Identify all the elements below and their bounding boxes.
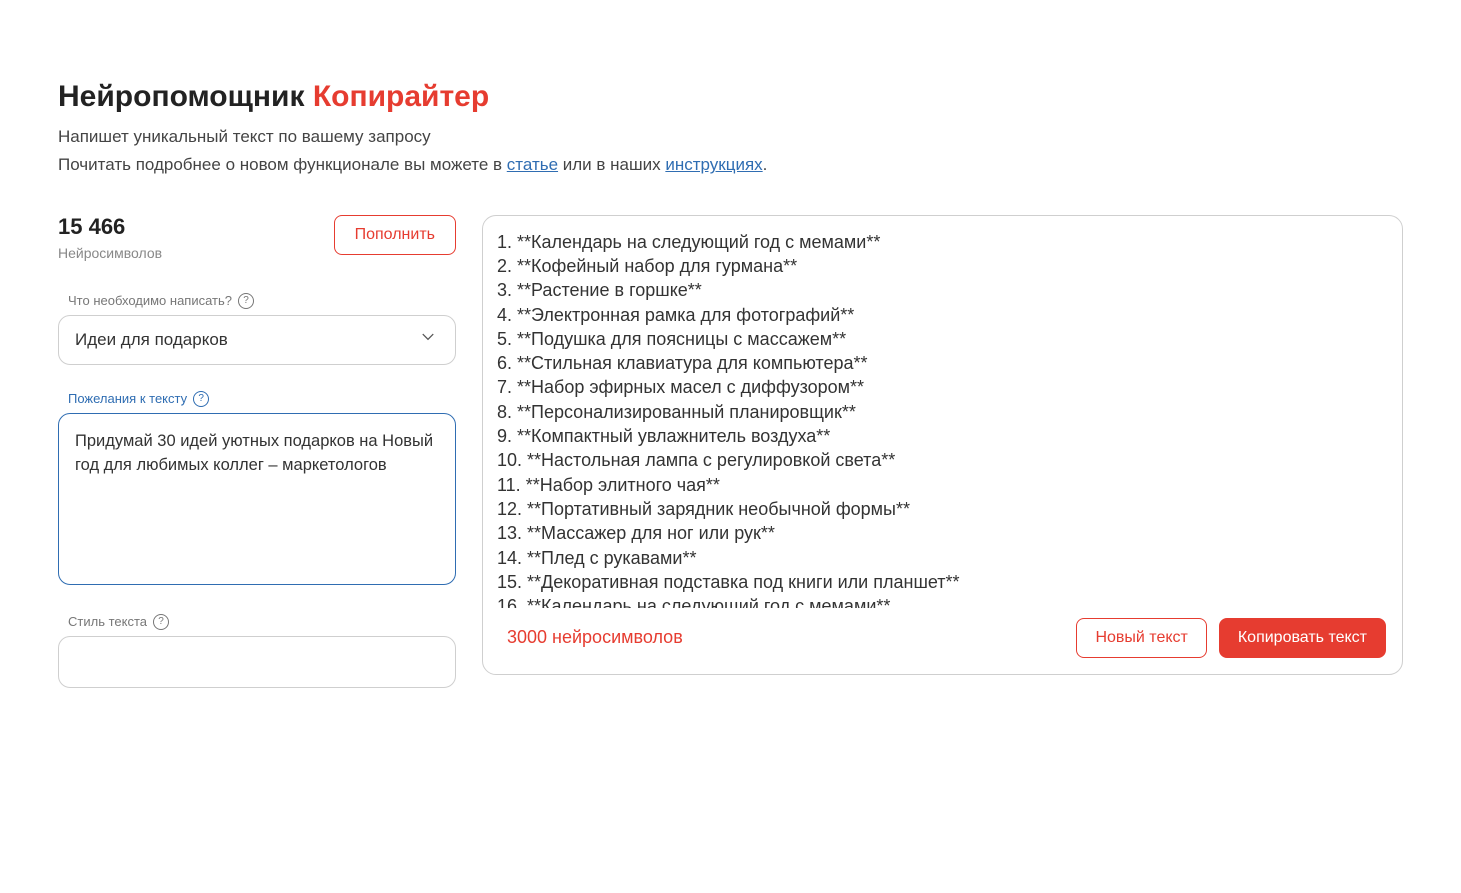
help-icon[interactable]: ? — [153, 614, 169, 630]
article-link[interactable]: статье — [507, 155, 558, 174]
title-accent: Копирайтер — [313, 80, 489, 113]
style-label-text: Стиль текста — [68, 614, 147, 629]
symbol-counter: 3000 нейросимволов — [507, 627, 683, 648]
title-prefix: Нейропомощник — [58, 80, 313, 113]
output-line: 16. **Календарь на следующий год с мемам… — [497, 594, 1382, 608]
output-line: 14. **Плед с рукавами** — [497, 546, 1382, 570]
output-line: 8. **Персонализированный планировщик** — [497, 400, 1382, 424]
output-box: 1. **Календарь на следующий год с мемами… — [482, 215, 1403, 675]
output-line: 3. **Растение в горшке** — [497, 278, 1382, 302]
help-icon[interactable]: ? — [238, 293, 254, 309]
output-line: 12. **Портативный зарядник необычной фор… — [497, 497, 1382, 521]
output-line: 11. **Набор элитного чая** — [497, 473, 1382, 497]
balance-value: 15 466 — [58, 215, 162, 239]
subtitle-line-1: Напишет уникальный текст по вашему запро… — [58, 124, 1403, 150]
output-text[interactable]: 1. **Календарь на следующий год с мемами… — [483, 224, 1402, 608]
wishes-label-text: Пожелания к тексту — [68, 391, 187, 406]
style-label: Стиль текста ? — [68, 614, 456, 630]
output-line: 9. **Компактный увлажнитель воздуха** — [497, 424, 1382, 448]
wishes-label: Пожелания к тексту ? — [68, 391, 456, 407]
subtitle-text-c: . — [763, 155, 768, 174]
output-line: 2. **Кофейный набор для гурмана** — [497, 254, 1382, 278]
output-line: 1. **Календарь на следующий год с мемами… — [497, 230, 1382, 254]
output-line: 15. **Декоративная подставка под книги и… — [497, 570, 1382, 594]
copy-text-button[interactable]: Копировать текст — [1219, 618, 1386, 658]
what-label: Что необходимо написать? ? — [68, 293, 456, 309]
subtitle-text-b: или в наших — [558, 155, 665, 174]
subtitle-text-a: Почитать подробнее о новом функционале в… — [58, 155, 507, 174]
wishes-textarea[interactable] — [58, 413, 456, 585]
chevron-down-icon — [419, 327, 437, 350]
output-line: 4. **Электронная рамка для фотографий** — [497, 303, 1382, 327]
output-line: 6. **Стильная клавиатура для компьютера*… — [497, 351, 1382, 375]
output-line: 7. **Набор эфирных масел с диффузором** — [497, 375, 1382, 399]
new-text-button[interactable]: Новый текст — [1076, 618, 1206, 658]
help-icon[interactable]: ? — [193, 391, 209, 407]
output-line: 13. **Массажер для ног или рук** — [497, 521, 1382, 545]
output-line: 10. **Настольная лампа с регулировкой св… — [497, 448, 1382, 472]
output-line: 5. **Подушка для поясницы с массажем** — [497, 327, 1382, 351]
style-input[interactable] — [58, 636, 456, 688]
subtitle-line-2: Почитать подробнее о новом функционале в… — [58, 152, 1403, 178]
what-select-value: Идеи для подарков — [75, 330, 228, 349]
what-select[interactable]: Идеи для подарков — [58, 315, 456, 365]
balance-label: Нейросимволов — [58, 245, 162, 261]
what-label-text: Что необходимо написать? — [68, 293, 232, 308]
topup-button[interactable]: Пополнить — [334, 215, 456, 255]
instructions-link[interactable]: инструкциях — [665, 155, 762, 174]
page-title: Нейропомощник Копирайтер — [58, 80, 1403, 114]
